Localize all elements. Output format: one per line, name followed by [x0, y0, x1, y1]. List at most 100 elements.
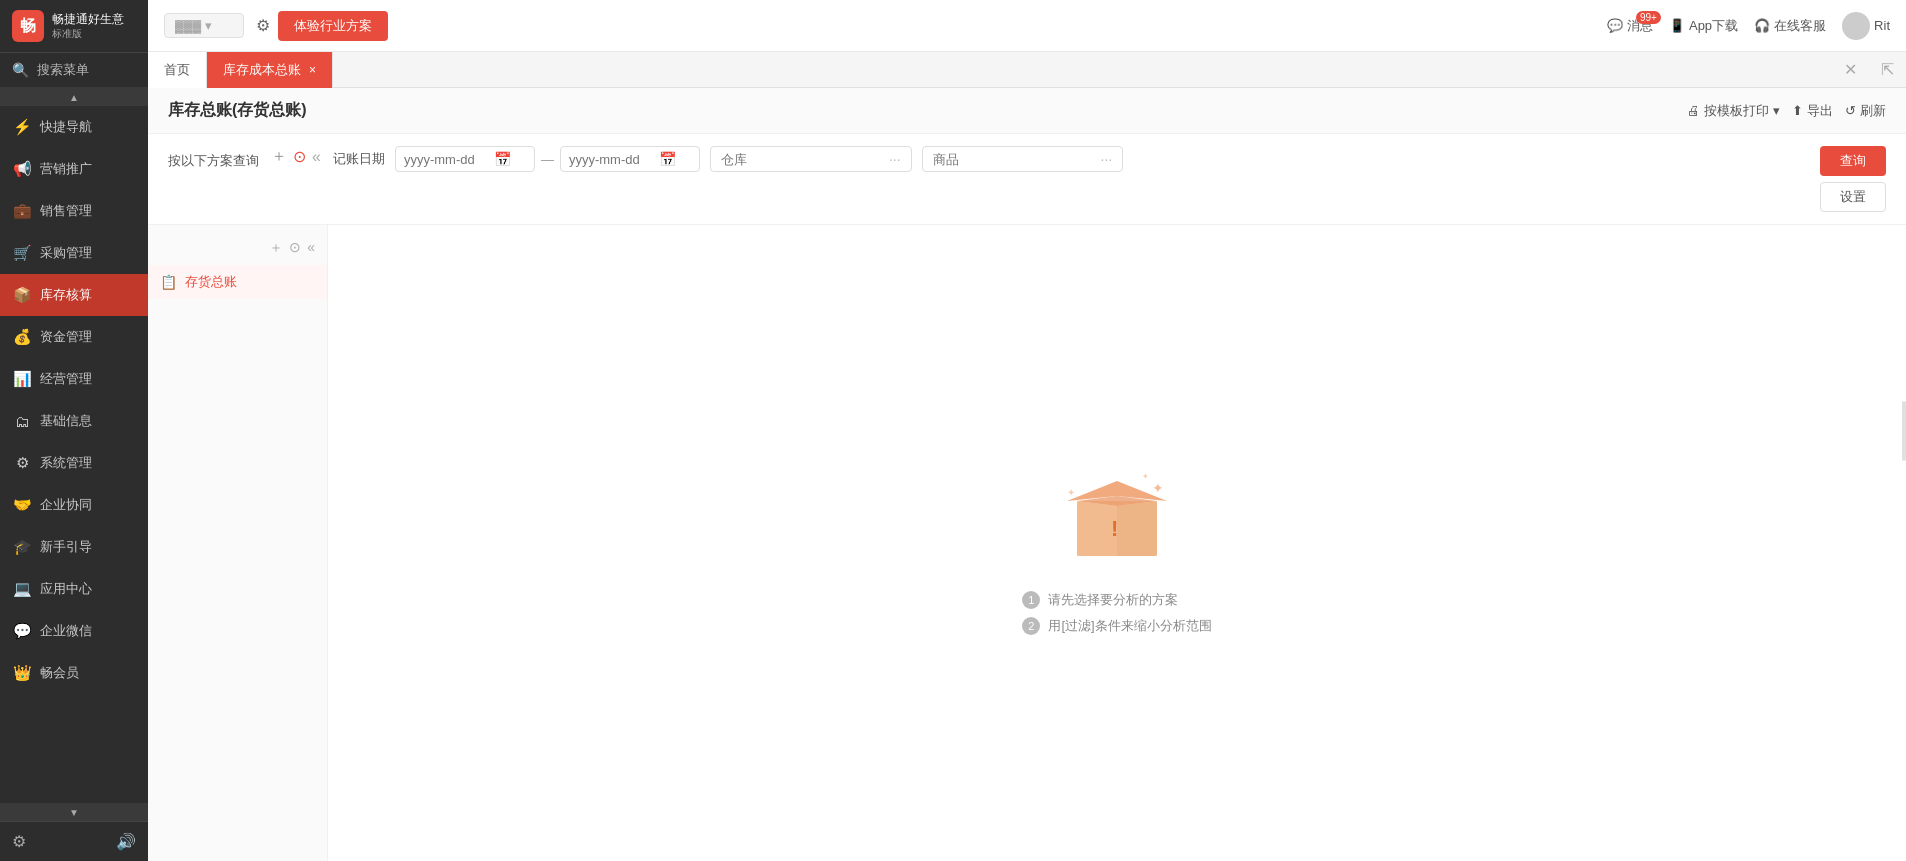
sidebar-item-basic[interactable]: 🗂 基础信息	[0, 400, 148, 442]
refresh-icon: ↺	[1845, 103, 1856, 118]
hint-2-num: 2	[1022, 617, 1040, 635]
tab-close-all-button[interactable]: ✕	[1832, 52, 1869, 88]
tabs-bar: 首页 库存成本总账 × ✕ ⇱	[148, 52, 1906, 88]
query-button[interactable]: 查询	[1820, 146, 1886, 176]
sidebar-item-inventory[interactable]: 📦 库存核算	[0, 274, 148, 316]
sidebar-item-finance[interactable]: 💰 资金管理	[0, 316, 148, 358]
search-menu[interactable]: 🔍 搜索菜单	[0, 53, 148, 88]
scheme-settings-icon[interactable]: ⊙	[289, 239, 301, 257]
svg-text:✦: ✦	[1067, 487, 1075, 498]
scheme-item-icon: 📋	[160, 274, 177, 290]
scheme-add-icon[interactable]: ＋	[269, 239, 283, 257]
topbar-left: ▓▓▓ ▾ ⚙ 体验行业方案	[164, 11, 1599, 41]
tab-inventory-ledger[interactable]: 库存成本总账 ×	[207, 52, 333, 88]
product-more-icon[interactable]: ···	[1101, 151, 1113, 167]
tab-close-icon[interactable]: ×	[309, 63, 316, 77]
refresh-button[interactable]: ↺ 刷新	[1845, 102, 1886, 120]
sidebar: 畅 畅捷通好生意 标准版 🔍 搜索菜单 ▲ ⚡ 快捷导航 📢 营销推广 💼 销售…	[0, 0, 148, 861]
filter-collapse-icon[interactable]: «	[312, 148, 321, 166]
hint-1-num: 1	[1022, 591, 1040, 609]
settings-gear-icon[interactable]: ⚙	[256, 16, 270, 35]
svg-text:!: !	[1111, 516, 1118, 541]
basic-icon: 🗂	[12, 413, 32, 430]
svg-marker-4	[1117, 501, 1157, 556]
sidebar-item-operations[interactable]: 📊 经营管理	[0, 358, 148, 400]
online-service-button[interactable]: 🎧 在线客服	[1754, 17, 1826, 35]
app-download-button[interactable]: 📱 App下载	[1669, 17, 1738, 35]
date-start-input[interactable]: 📅	[395, 146, 535, 172]
expand-icon: ⇱	[1881, 60, 1894, 79]
marketing-icon: 📢	[12, 160, 32, 178]
user-avatar-button[interactable]: Rit	[1842, 12, 1890, 40]
sidebar-item-marketing[interactable]: 📢 营销推广	[0, 148, 148, 190]
sidebar-item-newbie[interactable]: 🎓 新手引导	[0, 526, 148, 568]
tab-expand-button[interactable]: ⇱	[1869, 52, 1906, 88]
tab-home[interactable]: 首页	[148, 52, 207, 88]
page-area: 库存总账(存货总账) 🖨 按模板打印 ▾ ⬆ 导出 ↺ 刷新 按以下方案查询	[148, 88, 1906, 861]
export-icon: ⬆	[1792, 103, 1803, 118]
sidebar-item-sales[interactable]: 💼 销售管理	[0, 190, 148, 232]
sidebar-item-purchase[interactable]: 🛒 采购管理	[0, 232, 148, 274]
warehouse-more-icon[interactable]: ···	[889, 151, 901, 167]
wechat-icon: 💬	[12, 622, 32, 640]
page-header: 库存总账(存货总账) 🖨 按模板打印 ▾ ⬆ 导出 ↺ 刷新	[148, 88, 1906, 134]
filter-add-icon[interactable]: ＋	[271, 146, 287, 167]
main-content: ▓▓▓ ▾ ⚙ 体验行业方案 💬 消息 99+ 📱 App下载 🎧 在线客服	[148, 0, 1906, 861]
message-badge: 99+	[1636, 11, 1661, 24]
filter-reset-icon[interactable]: ⊙	[293, 147, 306, 166]
member-icon: 👑	[12, 664, 32, 682]
empty-illustration: ! ✦ ✦ ✦	[1057, 451, 1177, 571]
warehouse-select[interactable]: ···	[710, 146, 912, 172]
system-icon: ⚙	[12, 454, 32, 472]
service-icon: 🎧	[1754, 18, 1770, 33]
warehouse-input[interactable]	[721, 152, 889, 167]
quick-nav-icon: ⚡	[12, 118, 32, 136]
industry-solution-button[interactable]: 体验行业方案	[278, 11, 388, 41]
filter-area: 按以下方案查询 ＋ ⊙ « 记账日期 📅 — 📅	[148, 134, 1906, 225]
filter-label: 按以下方案查询	[168, 146, 259, 170]
sidebar-logo: 畅 畅捷通好生意 标准版	[0, 0, 148, 53]
date-start-field[interactable]	[404, 152, 494, 167]
print-template-button[interactable]: 🖨 按模板打印 ▾	[1687, 102, 1780, 120]
export-button[interactable]: ⬆ 导出	[1792, 102, 1833, 120]
sidebar-item-app-center[interactable]: 💻 应用中心	[0, 568, 148, 610]
empty-state-area: ! ✦ ✦ ✦ 1 请先选择要分析的方案 2 用[过滤]条件来缩小分析范围	[328, 225, 1906, 861]
app-download-icon: 📱	[1669, 18, 1685, 33]
breadcrumb-text: ▓▓▓	[175, 19, 201, 33]
date-end-input[interactable]: 📅	[560, 146, 700, 172]
newbie-icon: 🎓	[12, 538, 32, 556]
date-label: 记账日期	[333, 150, 385, 168]
empty-hints: 1 请先选择要分析的方案 2 用[过滤]条件来缩小分析范围	[1022, 591, 1211, 635]
sidebar-item-quick-nav[interactable]: ⚡ 快捷导航	[0, 106, 148, 148]
close-all-icon: ✕	[1844, 60, 1857, 79]
sidebar-item-system[interactable]: ⚙ 系统管理	[0, 442, 148, 484]
corp-icon: 🤝	[12, 496, 32, 514]
topbar-right: 💬 消息 99+ 📱 App下载 🎧 在线客服 Rit	[1607, 12, 1890, 40]
page-title: 库存总账(存货总账)	[168, 100, 307, 121]
sidebar-item-wechat[interactable]: 💬 企业微信	[0, 610, 148, 652]
audio-footer-icon[interactable]: 🔊	[116, 832, 136, 851]
scheme-panel: ＋ ⊙ « 📋 存货总账	[148, 225, 1906, 861]
product-select[interactable]: ···	[922, 146, 1124, 172]
product-input[interactable]	[933, 152, 1101, 167]
sidebar-footer: ⚙ 🔊	[0, 821, 148, 861]
settings-footer-icon[interactable]: ⚙	[12, 832, 26, 851]
right-edge-scrollbar[interactable]	[1902, 401, 1906, 461]
date-end-field[interactable]	[569, 152, 659, 167]
sidebar-item-corp[interactable]: 🤝 企业协同	[0, 484, 148, 526]
sidebar-scroll-down[interactable]: ▼	[0, 803, 148, 821]
filter-settings-button[interactable]: 设置	[1820, 182, 1886, 212]
app-center-icon: 💻	[12, 580, 32, 598]
message-icon: 💬	[1607, 18, 1623, 33]
sidebar-nav: ⚡ 快捷导航 📢 营销推广 💼 销售管理 🛒 采购管理 📦 库存核算 💰 资金管…	[0, 106, 148, 803]
scheme-collapse-icon[interactable]: «	[307, 239, 315, 257]
scheme-item-inventory-ledger[interactable]: 📋 存货总账	[148, 265, 327, 299]
messages-button[interactable]: 💬 消息 99+	[1607, 17, 1653, 35]
avatar	[1842, 12, 1870, 40]
sidebar-item-member[interactable]: 👑 畅会员	[0, 652, 148, 694]
hint-2-text: 用[过滤]条件来缩小分析范围	[1048, 617, 1211, 635]
app-logo-icon: 畅	[12, 10, 44, 42]
calendar-end-icon: 📅	[659, 151, 676, 167]
sidebar-scroll-up[interactable]: ▲	[0, 88, 148, 106]
breadcrumb[interactable]: ▓▓▓ ▾	[164, 13, 244, 38]
